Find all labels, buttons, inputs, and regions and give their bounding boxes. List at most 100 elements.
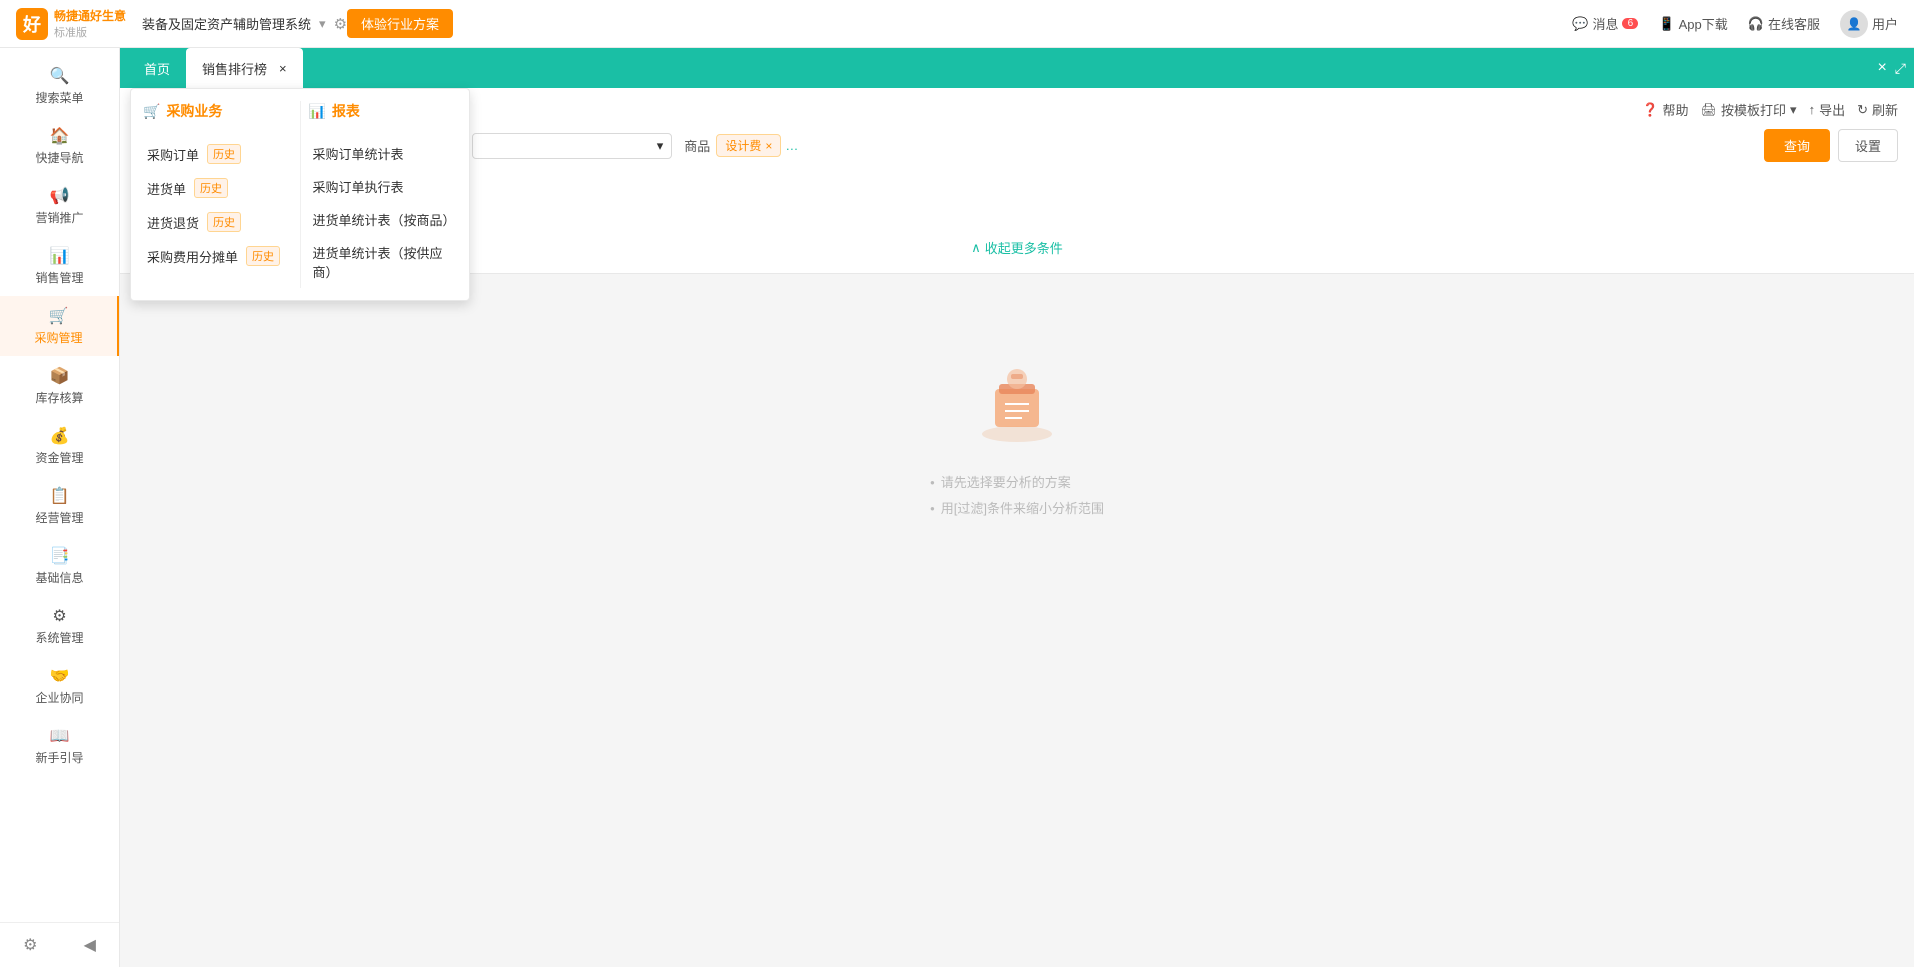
- voucher-status-dropdown-icon: ▾: [657, 138, 664, 154]
- user-item[interactable]: 👤 用户: [1840, 10, 1898, 38]
- system-dropdown-icon[interactable]: ▾: [319, 16, 326, 32]
- dropdown-report-title: 📊 报表: [309, 101, 458, 125]
- tab-bar: 首页 销售排行榜 × × ⤢: [120, 48, 1914, 88]
- dropdown-purchase-col: 🛒 采购业务 采购订单 历史 进货单 历史 进货退货 历史 采购费用分摊单 历史: [143, 101, 292, 288]
- help-icon: ❓: [1642, 102, 1658, 118]
- sidebar-item-basic-info[interactable]: 📑 基础信息: [0, 536, 119, 596]
- refresh-label: 刷新: [1872, 100, 1898, 119]
- logo-text-area: 畅捷通好生意 标准版: [54, 7, 126, 40]
- sidebar-label-sales: 销售管理: [35, 269, 83, 286]
- dropdown-item-supplier-stats[interactable]: 进货单统计表（按供应商）: [309, 236, 458, 288]
- print-icon: 🖨: [1701, 102, 1718, 118]
- goods-tag-close[interactable]: ×: [765, 139, 772, 153]
- sidebar-collapse-btn[interactable]: ◀: [84, 935, 96, 955]
- online-service-item[interactable]: 🎧 在线客服: [1748, 14, 1820, 33]
- empty-tips: 请先选择要分析的方案 用[过滤]条件来缩小分析范围: [930, 470, 1104, 522]
- export-label: 导出: [1819, 100, 1845, 119]
- sidebar-item-search[interactable]: 🔍 搜索菜单: [0, 56, 119, 116]
- top-bar-right: 💬 消息 6 📱 App下载 🎧 在线客服 👤 用户: [1572, 10, 1898, 38]
- tab-home[interactable]: 首页: [128, 48, 186, 88]
- dropdown-item-order-stats[interactable]: 采购订单统计表: [309, 137, 458, 170]
- voucher-status-select[interactable]: ▾: [472, 133, 672, 159]
- user-name: 用户: [1872, 14, 1898, 33]
- tab-sales-rank[interactable]: 销售排行榜 ×: [186, 48, 303, 88]
- help-label: 帮助: [1662, 100, 1688, 119]
- system-name-area: 装备及固定资产辅助管理系统 ▾ ⚙: [142, 14, 347, 33]
- sidebar-label-inventory: 库存核算: [35, 389, 83, 406]
- tab-sales-rank-label: 销售排行榜: [202, 59, 267, 78]
- refresh-icon: ↻: [1857, 102, 1868, 118]
- app-download-label: App下载: [1679, 14, 1728, 33]
- user-avatar: 👤: [1840, 10, 1868, 38]
- setting-btn[interactable]: 设置: [1838, 129, 1898, 162]
- empty-tip-2: 用[过滤]条件来缩小分析范围: [930, 496, 1104, 522]
- message-badge: 6: [1622, 18, 1638, 29]
- purchase-col-icon: 🛒: [143, 103, 160, 120]
- sidebar-item-purchase[interactable]: 🛒 采购管理: [0, 296, 119, 356]
- tab-bar-actions: × ⤢: [1877, 59, 1906, 77]
- dropdown-item-label-goods-stats: 进货单统计表（按商品）: [313, 210, 454, 229]
- sidebar-items: 🔍 搜索菜单 🏠 快捷导航 📢 营销推广 📊 销售管理 🛒 采购管: [0, 48, 119, 784]
- inventory-icon: 📦: [50, 366, 70, 386]
- tab-home-label: 首页: [144, 59, 170, 78]
- dropdown-item-label-return: 进货退货: [147, 213, 199, 232]
- dropdown-item-label-purchase-order: 采购订单: [147, 145, 199, 164]
- tab-window-close-icon[interactable]: ×: [1877, 59, 1886, 77]
- dropdown-item-expense[interactable]: 采购费用分摊单 历史: [143, 239, 292, 273]
- guide-icon: 📖: [50, 726, 70, 746]
- query-btn[interactable]: 查询: [1764, 129, 1830, 162]
- collapse-btn[interactable]: ∧ 收起更多条件: [971, 238, 1063, 257]
- refresh-btn[interactable]: ↻ 刷新: [1857, 100, 1898, 119]
- sidebar-item-marketing[interactable]: 📢 营销推广: [0, 176, 119, 236]
- query-actions: 查询 设置: [1764, 129, 1898, 162]
- operations-icon: 📋: [50, 486, 70, 506]
- history-tag-expense: 历史: [246, 246, 280, 266]
- phone-icon: 📱: [1658, 16, 1674, 32]
- dropdown-columns: 🛒 采购业务 采购订单 历史 进货单 历史 进货退货 历史 采购费用分摊单 历史: [143, 101, 457, 288]
- message-item[interactable]: 💬 消息 6: [1572, 14, 1638, 33]
- sales-icon: 📊: [50, 246, 70, 266]
- sidebar-label-search: 搜索菜单: [35, 89, 83, 106]
- basic-info-icon: 📑: [50, 546, 70, 566]
- sidebar-label-finance: 资金管理: [35, 449, 83, 466]
- sidebar-settings-btn[interactable]: ⚙: [23, 935, 37, 955]
- export-btn[interactable]: ↑ 导出: [1809, 100, 1846, 119]
- top-bar: 好 畅捷通好生意 标准版 装备及固定资产辅助管理系统 ▾ ⚙ 体验行业方案 💬 …: [0, 0, 1914, 48]
- dropdown-item-incoming[interactable]: 进货单 历史: [143, 171, 292, 205]
- enterprise-icon: 🤝: [50, 666, 70, 686]
- dropdown-item-order-exec[interactable]: 采购订单执行表: [309, 170, 458, 203]
- sidebar-item-enterprise[interactable]: 🤝 企业协同: [0, 656, 119, 716]
- collapse-icon: ∧: [971, 240, 981, 256]
- dropdown-item-purchase-order[interactable]: 采购订单 历史: [143, 137, 292, 171]
- sidebar-item-guide[interactable]: 📖 新手引导: [0, 716, 119, 776]
- sidebar-item-inventory[interactable]: 📦 库存核算: [0, 356, 119, 416]
- app-download-item[interactable]: 📱 App下载: [1658, 14, 1727, 33]
- dropdown-item-label-incoming: 进货单: [147, 179, 186, 198]
- app-name: 畅捷通好生意: [54, 7, 126, 24]
- sidebar-item-quicknav[interactable]: 🏠 快捷导航: [0, 116, 119, 176]
- tab-expand-icon[interactable]: ⤢: [1895, 60, 1906, 77]
- sidebar-item-sales[interactable]: 📊 销售管理: [0, 236, 119, 296]
- report-col-title-text: 报表: [332, 101, 360, 121]
- help-btn[interactable]: ❓ 帮助: [1642, 100, 1688, 119]
- goods-tag-text: 设计费: [725, 137, 761, 154]
- purchase-col-title-text: 采购业务: [166, 101, 222, 121]
- message-icon: 💬: [1572, 16, 1588, 32]
- print-btn[interactable]: 🖨 按模板打印 ▾: [1701, 100, 1797, 119]
- history-tag-incoming: 历史: [194, 178, 228, 198]
- sidebar-label-marketing: 营销推广: [35, 209, 83, 226]
- tab-close-icon[interactable]: ×: [279, 61, 287, 76]
- system-settings-icon[interactable]: ⚙: [334, 15, 347, 33]
- goods-more-btn[interactable]: …: [785, 138, 798, 153]
- dropdown-item-goods-stats[interactable]: 进货单统计表（按商品）: [309, 203, 458, 236]
- trial-btn[interactable]: 体验行业方案: [347, 9, 453, 38]
- home-icon: 🏠: [50, 126, 70, 146]
- dropdown-item-label-expense: 采购费用分摊单: [147, 247, 238, 266]
- sidebar-label-guide: 新手引导: [35, 749, 83, 766]
- goods-filter: 商品 设计费 × …: [684, 134, 798, 157]
- dropdown-item-return[interactable]: 进货退货 历史: [143, 205, 292, 239]
- sidebar-item-system[interactable]: ⚙ 系统管理: [0, 596, 119, 656]
- goods-tag: 设计费 ×: [716, 134, 781, 157]
- sidebar-item-finance[interactable]: 💰 资金管理: [0, 416, 119, 476]
- sidebar-item-operations[interactable]: 📋 经营管理: [0, 476, 119, 536]
